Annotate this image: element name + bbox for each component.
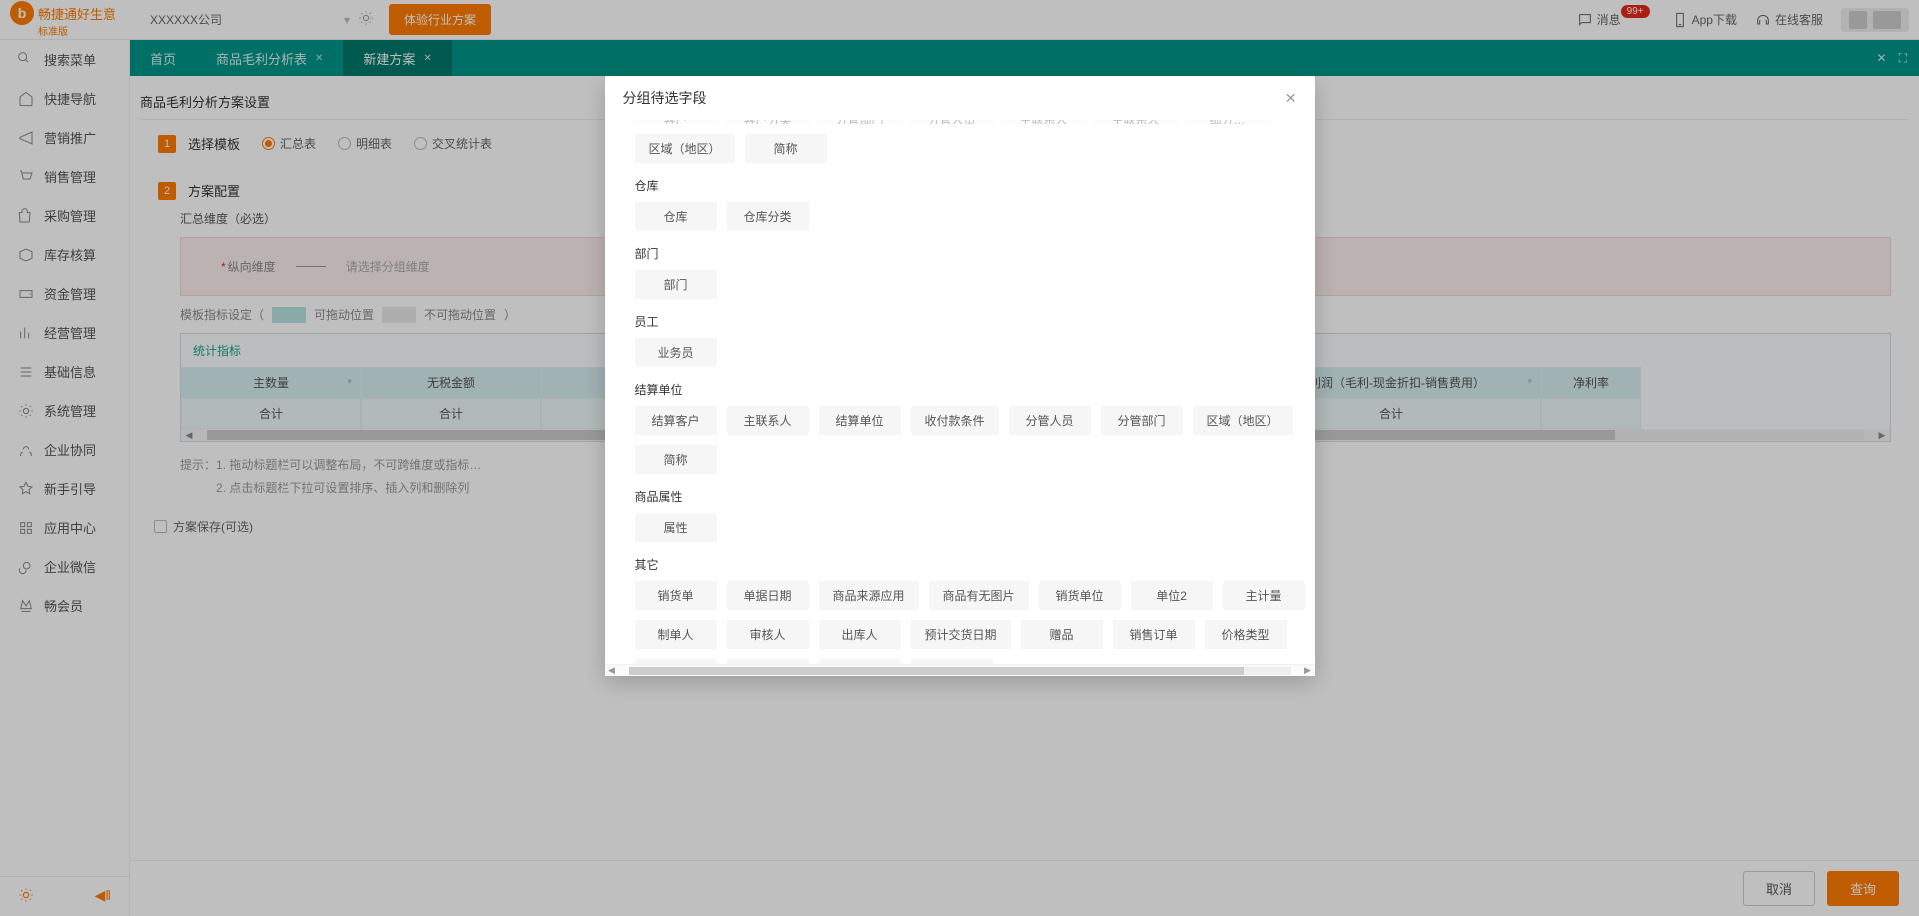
field-group-partial: 客户 客户分类 分管部门 分管人员 主联系人 主联系人 细分… [635,120,1309,124]
field-chip[interactable]: 审核人 [727,620,809,649]
field-chip[interactable]: 单位2 [1131,581,1213,610]
modal-title: 分组待选字段 [623,88,707,108]
modal-mask: 分组待选字段 ✕ 客户客户分类分管部门分管人员主联系人主联系人细分… 区域（地区… [0,0,1919,916]
field-chip[interactable]: 客户分类 [727,120,809,124]
field-chip[interactable]: 仓库 [635,202,717,231]
field-chip[interactable]: 主联系人 [727,406,809,435]
field-chip[interactable]: 简称 [635,445,717,474]
field-chip[interactable]: 销货单 [635,581,717,610]
field-group-title: 结算单位 [635,367,1309,406]
field-chip-row: 仓库仓库分类 [635,202,1309,231]
field-chip[interactable]: 预计交货日期 [911,620,1011,649]
field-chip[interactable]: 结算客户 [635,406,717,435]
field-chip[interactable]: 出库人 [819,620,901,649]
field-chip[interactable]: 细分… [1187,120,1269,124]
field-chip[interactable]: 仓库分类 [727,202,809,231]
field-chip[interactable]: 结算单位 [819,406,901,435]
field-chip-row: 销货单单据日期商品来源应用商品有无图片销货单位单位2 主计量制单人审核人出库人预计… [635,581,1309,664]
field-group-title: 部门 [635,231,1309,270]
field-chip[interactable]: 区域（地区） [1193,406,1293,435]
field-chip[interactable]: 主计量 [1223,581,1305,610]
field-chip-row: 部门 [635,270,1309,299]
field-group-title: 其它 [635,542,1309,581]
field-chip-row: 结算客户主联系人结算单位收付款条件分管人员分管部门区域（地区） 简称 [635,406,1309,474]
field-chip[interactable]: 区域（地区） [635,134,735,163]
scroll-left-icon[interactable]: ◀ [605,665,619,676]
field-chip[interactable]: 分管人员 [1009,406,1091,435]
field-chip[interactable]: 部门 [635,270,717,299]
scroll-thumb[interactable] [629,667,1245,675]
modal-header: 分组待选字段 ✕ [605,76,1315,120]
field-picker-modal: 分组待选字段 ✕ 客户客户分类分管部门分管人员主联系人主联系人细分… 区域（地区… [605,76,1315,676]
field-chip[interactable]: 简称 [745,134,827,163]
field-chip[interactable]: 价格类型 [1205,620,1287,649]
field-chip[interactable]: 销售订单 [1113,620,1195,649]
modal-h-scrollbar[interactable]: ◀ ▶ [605,664,1315,676]
field-chip[interactable]: 主联系人 [1095,120,1177,124]
field-chip[interactable]: 商品来源应用 [819,581,919,610]
field-chip[interactable]: 制单人 [635,620,717,649]
field-chip-row: 属性 [635,513,1309,542]
field-group-title: 仓库 [635,163,1309,202]
field-chip[interactable]: 属性 [635,513,717,542]
field-chip[interactable]: 收付款条件 [911,406,999,435]
field-group-title: 员工 [635,299,1309,338]
field-chip[interactable]: 单据日期 [727,581,809,610]
scroll-right-icon[interactable]: ▶ [1301,665,1315,676]
field-chip[interactable]: 赠品 [1021,620,1103,649]
field-chip[interactable]: 销货单位 [1039,581,1121,610]
field-chip[interactable]: 客户 [635,120,717,124]
field-group-title: 商品属性 [635,474,1309,513]
field-chip[interactable]: 主联系人 [1003,120,1085,124]
field-chip-row: 业务员 [635,338,1309,367]
modal-body[interactable]: 客户客户分类分管部门分管人员主联系人主联系人细分… 区域（地区）简称仓库仓库仓库… [605,120,1315,664]
field-chip[interactable]: 商品有无图片 [929,581,1029,610]
field-chip[interactable]: 分管人员 [911,120,993,124]
field-chip[interactable]: 分管部门 [1101,406,1183,435]
field-chip[interactable]: 业务员 [635,338,717,367]
field-chip-row: 区域（地区） 简称 [635,134,1309,163]
modal-close-button[interactable]: ✕ [1285,90,1297,107]
field-chip[interactable]: 分管部门 [819,120,901,124]
